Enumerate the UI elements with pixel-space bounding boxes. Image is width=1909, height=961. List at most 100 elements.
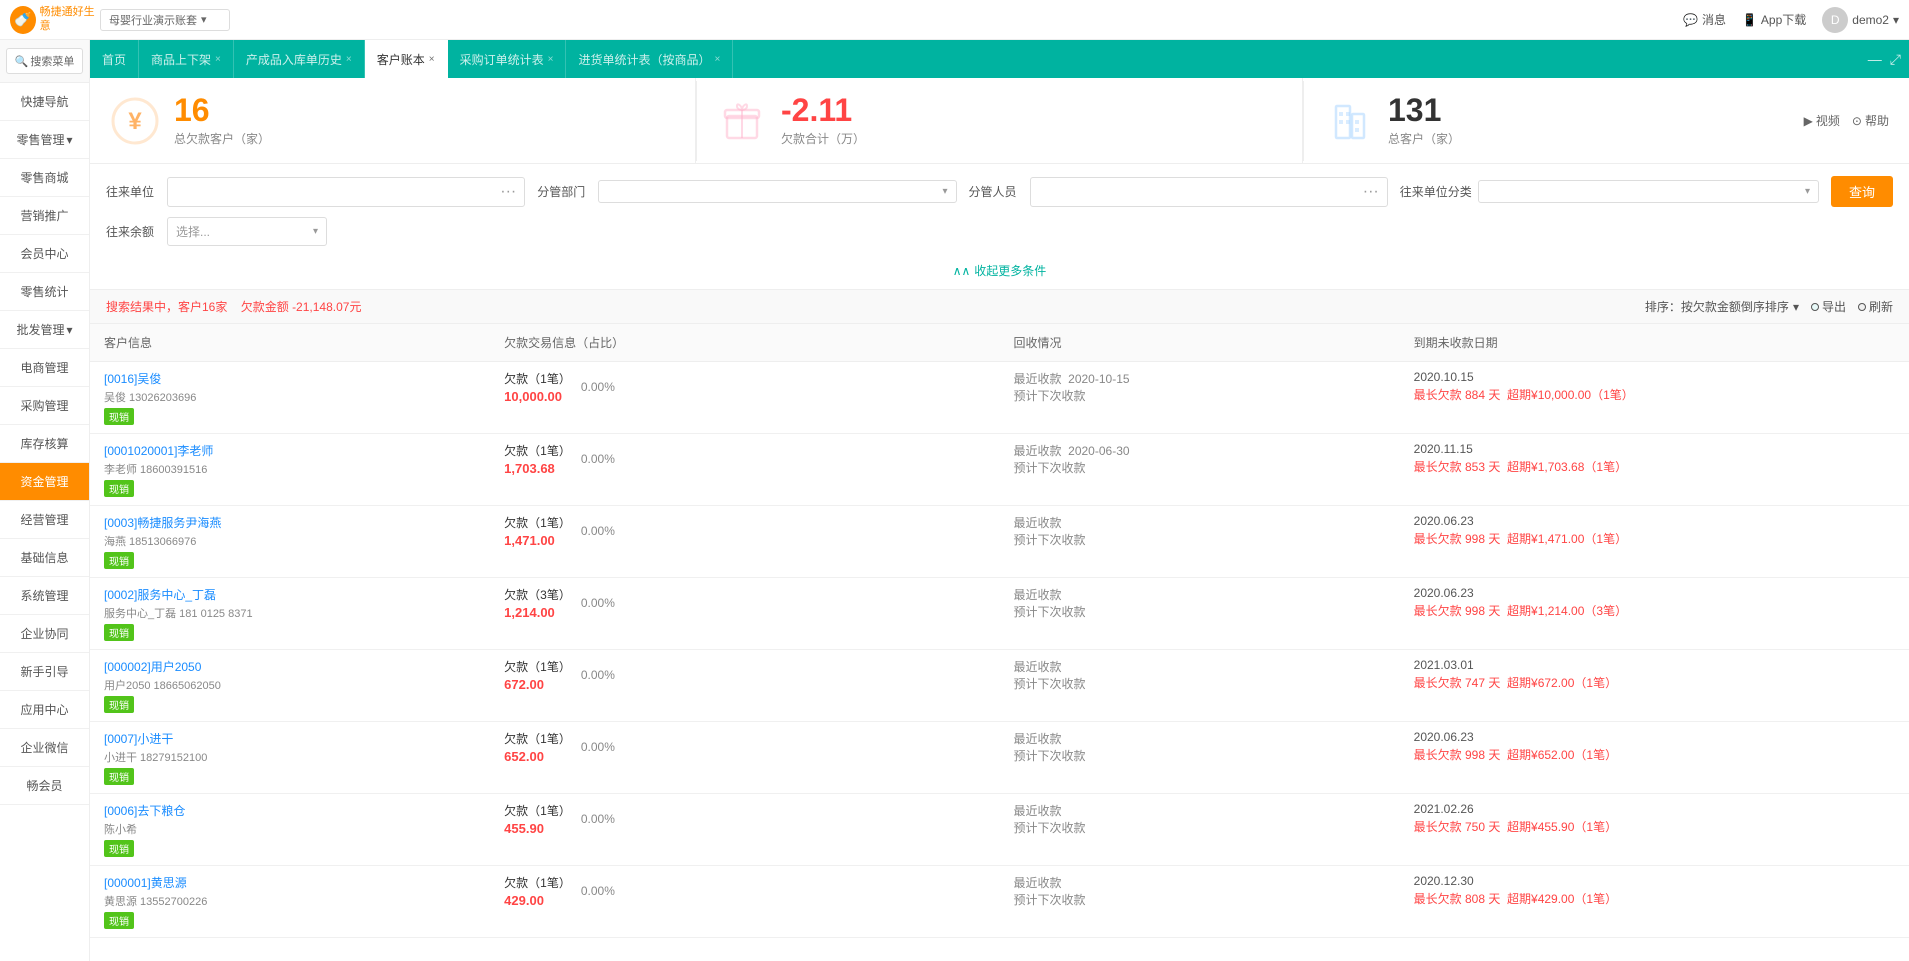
overdue-days: 最长欠款 750 天 超期¥455.90（1笔） — [1414, 818, 1895, 835]
sidebar-item-retail-mgmt[interactable]: 零售管理 ▾ — [0, 121, 89, 159]
help-button[interactable]: ⊙ 帮助 — [1852, 112, 1889, 129]
debt-amount: 1,214.00 — [504, 605, 571, 620]
manager-input[interactable]: ··· — [1030, 177, 1388, 207]
customer-name-link[interactable]: [000001]黄思源 — [104, 874, 476, 891]
result-summary: 搜索结果中，客户16家 欠款金额 -21,148.07元 — [106, 298, 361, 315]
tab-purchase-stats[interactable]: 进货单统计表（按商品） × — [566, 40, 733, 78]
sidebar-item-finance[interactable]: 资金管理 — [0, 463, 89, 501]
tab-customer-account[interactable]: 客户账本 × — [365, 40, 448, 78]
sidebar-item-basic-info[interactable]: 基础信息 — [0, 539, 89, 577]
query-button[interactable]: 查询 — [1831, 176, 1893, 207]
chevron-down-icon: ▾ — [201, 13, 207, 26]
overdue-amount-link[interactable]: 超期¥10,000.00（1笔） — [1507, 388, 1634, 402]
tab-product-history[interactable]: 产成品入库单历史 × — [234, 40, 365, 78]
chevron-down-icon: ▾ — [942, 186, 947, 197]
export-button[interactable]: 导出 — [1811, 298, 1846, 315]
chevron-down-icon: ▾ — [1805, 186, 1810, 197]
overdue-amount-link[interactable]: 超期¥672.00（1笔） — [1507, 676, 1617, 690]
overdue-days: 最长欠款 853 天 超期¥1,703.68（1笔） — [1414, 458, 1895, 475]
customer-name-link[interactable]: [0006]去下粮仓 — [104, 802, 476, 819]
more-options-icon[interactable]: ··· — [1363, 183, 1379, 201]
overdue-amount-link[interactable]: 超期¥429.00（1笔） — [1507, 892, 1617, 906]
overdue-amount-link[interactable]: 超期¥1,471.00（1笔） — [1507, 532, 1627, 546]
debt-percent: 0.00% — [581, 596, 615, 610]
sidebar-item-purchase[interactable]: 采购管理 — [0, 387, 89, 425]
sidebar-item-new-guide[interactable]: 新手引导 — [0, 653, 89, 691]
next-collection-label: 预计下次收款 — [1013, 747, 1385, 764]
table-row: [000001]黄思源 黄思源 13552700226 现销 欠款（1笔） 42… — [90, 866, 1909, 938]
window-minimize-button[interactable]: — — [1868, 51, 1882, 67]
last-collection-label: 最近收款 2020-06-30 — [1013, 442, 1385, 459]
debt-percent: 0.00% — [581, 380, 615, 394]
sort-selector[interactable]: 排序：按欠款金额倒序排序 ▾ — [1645, 298, 1799, 315]
customer-contact: 黄思源 13552700226 — [104, 893, 476, 909]
tab-product-status[interactable]: 商品上下架 × — [139, 40, 234, 78]
dept-select[interactable]: ▾ — [598, 180, 956, 203]
chevron-down-icon: ▾ — [313, 226, 318, 237]
sidebar-item-quick-nav[interactable]: 快捷导航 — [0, 83, 89, 121]
refresh-icon — [1858, 303, 1866, 311]
debt-customers-info: 16 总欠款客户（家） — [174, 94, 270, 147]
customer-tag: 现销 — [104, 912, 134, 929]
sidebar-item-business[interactable]: 经营管理 — [0, 501, 89, 539]
sidebar-item-app-center[interactable]: 应用中心 — [0, 691, 89, 729]
sidebar-item-member-center[interactable]: 会员中心 — [0, 235, 89, 273]
tab-close-icon[interactable]: × — [714, 54, 720, 65]
sidebar-item-inventory[interactable]: 库存核算 — [0, 425, 89, 463]
debt-count: 欠款（1笔） — [504, 802, 571, 819]
sidebar-item-enterprise-collab[interactable]: 企业协同 — [0, 615, 89, 653]
search-menu-button[interactable]: 🔍 搜索菜单 — [6, 48, 83, 74]
balance-select[interactable]: 选择... ▾ — [167, 217, 327, 246]
sidebar-item-marketing[interactable]: 营销推广 — [0, 197, 89, 235]
customer-tag: 现销 — [104, 696, 134, 713]
tab-home[interactable]: 首页 — [90, 40, 139, 78]
customer-name-link[interactable]: [0001020001]李老师 — [104, 442, 476, 459]
sidebar-item-ecommerce[interactable]: 电商管理 — [0, 349, 89, 387]
app-download-button[interactable]: 📱 App下载 — [1742, 11, 1806, 28]
table-row: [0006]去下粮仓 陈小希 现销 欠款（1笔） 455.90 0.00% 最近… — [90, 794, 1909, 866]
user-menu[interactable]: D demo2 ▾ — [1822, 7, 1899, 33]
user-avatar: D — [1822, 7, 1848, 33]
svg-text:¥: ¥ — [128, 108, 142, 135]
overdue-amount-link[interactable]: 超期¥652.00（1笔） — [1507, 748, 1617, 762]
tab-close-icon[interactable]: × — [215, 54, 221, 65]
total-customers-number: 131 — [1388, 94, 1460, 126]
filter-row-1: 往来单位 ··· 分管部门 ▾ 分管人员 — [106, 176, 1893, 207]
tab-purchase-order[interactable]: 采购订单统计表 × — [448, 40, 567, 78]
app-logo-text: 畅捷通好生意 — [40, 6, 100, 32]
sidebar-item-batch-mgmt[interactable]: 批发管理 ▾ — [0, 311, 89, 349]
overdue-amount-link[interactable]: 超期¥1,214.00（3笔） — [1507, 604, 1627, 618]
window-maximize-button[interactable]: ⤢ — [1890, 51, 1901, 68]
overdue-amount-link[interactable]: 超期¥1,703.68（1笔） — [1507, 460, 1627, 474]
col-debt-info: 欠款交易信息（占比） — [490, 324, 999, 362]
unit-type-select[interactable]: ▾ — [1478, 180, 1819, 203]
customer-name-link[interactable]: [0003]畅捷服务尹海燕 — [104, 514, 476, 531]
tab-close-icon[interactable]: × — [548, 54, 554, 65]
customer-name-link[interactable]: [0007]小进干 — [104, 730, 476, 747]
overdue-amount-link[interactable]: 超期¥455.90（1笔） — [1507, 820, 1617, 834]
refresh-button[interactable]: 刷新 — [1858, 298, 1893, 315]
recovery-cell: 最近收款 预计下次收款 — [999, 866, 1399, 938]
message-button[interactable]: 💬 消息 — [1683, 11, 1726, 28]
customer-name-link[interactable]: [0016]吴俊 — [104, 370, 476, 387]
customer-name-link[interactable]: [000002]用户2050 — [104, 658, 476, 675]
sidebar-item-retail-mall[interactable]: 零售商城 — [0, 159, 89, 197]
tab-window-actions: — ⤢ — [1860, 51, 1909, 68]
recovery-cell: 最近收款 2020-06-30 预计下次收款 — [999, 434, 1399, 506]
customer-name-link[interactable]: [0002]服务中心_丁磊 — [104, 586, 476, 603]
overdue-days: 最长欠款 884 天 超期¥10,000.00（1笔） — [1414, 386, 1895, 403]
collapse-button[interactable]: ∧∧ 收起更多条件 — [106, 256, 1893, 289]
more-options-icon[interactable]: ··· — [500, 183, 516, 201]
col-recovery: 回收情况 — [999, 324, 1399, 362]
sidebar-item-retail-stats[interactable]: 零售统计 — [0, 273, 89, 311]
summary-cards: ¥ 16 总欠款客户（家） — [90, 78, 1909, 164]
industry-selector[interactable]: 母婴行业演示账套 ▾ — [100, 9, 230, 31]
tab-close-icon[interactable]: × — [429, 54, 435, 65]
customer-contact: 陈小希 — [104, 821, 476, 837]
tab-close-icon[interactable]: × — [346, 54, 352, 65]
sidebar-item-system[interactable]: 系统管理 — [0, 577, 89, 615]
sidebar-item-enterprise-wx[interactable]: 企业微信 — [0, 729, 89, 767]
sidebar-item-vip[interactable]: 畅会员 — [0, 767, 89, 805]
video-help-button[interactable]: ▶ 视频 — [1804, 112, 1840, 129]
source-unit-input[interactable]: ··· — [167, 177, 525, 207]
